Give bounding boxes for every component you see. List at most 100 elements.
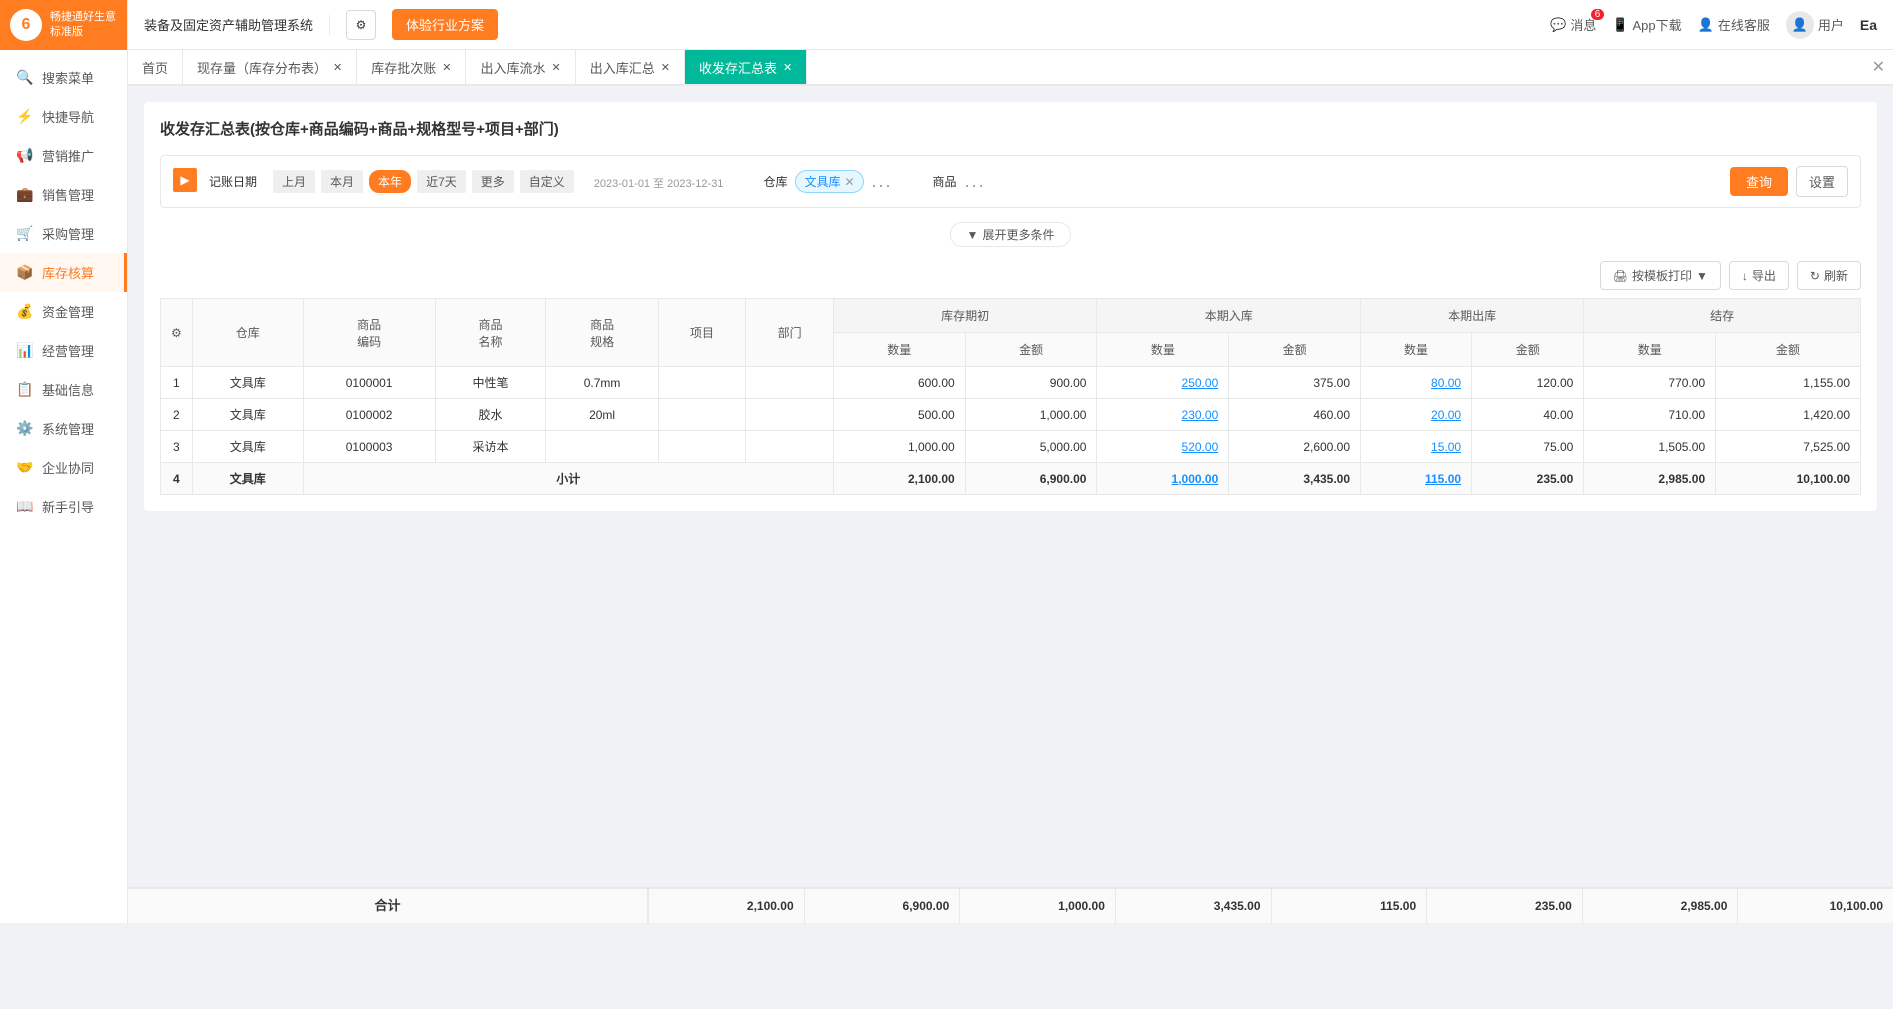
- date-btn-more[interactable]: 更多: [472, 170, 514, 193]
- topbar-right: 💬 消息 6 📱 App下载 👤 在线客服 👤 用户 Ea: [1550, 11, 1877, 39]
- row-in-qty[interactable]: 520.00: [1097, 431, 1229, 463]
- goods-more[interactable]: ...: [965, 171, 986, 192]
- tab-close-icon[interactable]: ✕: [442, 61, 451, 74]
- out-qty-link[interactable]: 20.00: [1431, 408, 1461, 422]
- row-open-amt: 1,000.00: [965, 399, 1097, 431]
- date-btn-7days[interactable]: 近7天: [417, 170, 466, 193]
- date-btn-last-month[interactable]: 上月: [273, 170, 315, 193]
- warehouse-tag-close[interactable]: ✕: [844, 175, 854, 189]
- sidebar-item-enterprise[interactable]: 🤝 企业协同: [0, 448, 127, 487]
- opening-amt-header: 金额: [965, 333, 1097, 367]
- row-out-amt: 40.00: [1472, 399, 1584, 431]
- close-page-icon[interactable]: ✕: [1872, 57, 1885, 77]
- row-in-amt: 375.00: [1229, 367, 1361, 399]
- row-code: 0100002: [303, 399, 435, 431]
- out-qty-link[interactable]: 80.00: [1431, 376, 1461, 390]
- sidebar-item-marketing[interactable]: 📢 营销推广: [0, 136, 127, 175]
- row-no: 2: [161, 399, 193, 431]
- table-row: 2 文具库 0100002 胶水 20ml 500.00 1,000.00 23…: [161, 399, 1861, 431]
- refresh-button[interactable]: ↻ 刷新: [1797, 261, 1861, 290]
- sidebar-item-search[interactable]: 🔍 搜索菜单: [0, 58, 127, 97]
- filter-content: 记账日期 上月 本月 本年 近7天 更多 自定义 2023-01-01 至 20…: [209, 166, 1848, 197]
- sidebar-item-system[interactable]: ⚙️ 系统管理: [0, 409, 127, 448]
- goods-filter: 商品 ...: [933, 171, 986, 192]
- online-service-button[interactable]: 👤 在线客服: [1698, 15, 1770, 34]
- purchase-icon: 🛒: [16, 225, 34, 242]
- subtotal-in-qty-link[interactable]: 1,000.00: [1172, 472, 1219, 486]
- table-settings-icon[interactable]: ⚙: [161, 299, 193, 367]
- tab-flow[interactable]: 出入库流水 ✕: [466, 50, 575, 85]
- warehouse-more[interactable]: ...: [872, 171, 893, 192]
- row-bal-qty: 1,505.00: [1584, 431, 1716, 463]
- row-open-qty: 500.00: [833, 399, 965, 431]
- col-warehouse-header: 仓库: [192, 299, 303, 367]
- main-content: 收发存汇总表(按仓库+商品编码+商品+规格型号+项目+部门) ▶ 记账日期 上月…: [128, 86, 1893, 923]
- total-open-qty: 2,100.00: [648, 888, 804, 924]
- tab-home[interactable]: 首页: [128, 50, 183, 85]
- sidebar-item-finance[interactable]: 💰 资金管理: [0, 292, 127, 331]
- filter-row-1: 记账日期 上月 本月 本年 近7天 更多 自定义 2023-01-01 至 20…: [209, 166, 1848, 197]
- sidebar-item-operations[interactable]: 📊 经营管理: [0, 331, 127, 370]
- query-button[interactable]: 查询: [1730, 167, 1788, 196]
- sidebar-item-purchase[interactable]: 🛒 采购管理: [0, 214, 127, 253]
- message-button[interactable]: 💬 消息 6: [1550, 15, 1596, 34]
- tab-batch[interactable]: 库存批次账 ✕: [357, 50, 466, 85]
- ea-text: Ea: [1860, 17, 1877, 33]
- guide-icon: 📖: [16, 498, 34, 515]
- export-button[interactable]: ↓ 导出: [1729, 261, 1789, 290]
- sidebar-item-quicknav[interactable]: ⚡ 快捷导航: [0, 97, 127, 136]
- expand-label: 展开更多条件: [982, 226, 1054, 243]
- date-btn-this-year[interactable]: 本年: [369, 170, 411, 193]
- topbar: 装备及固定资产辅助管理系统 ⚙ 体验行业方案 💬 消息 6 📱 App下载 👤 …: [128, 0, 1893, 50]
- subtotal-out-qty[interactable]: 115.00: [1361, 463, 1472, 495]
- tab-close-icon[interactable]: ✕: [661, 61, 670, 74]
- sidebar-item-label: 营销推广: [42, 146, 94, 165]
- row-in-qty[interactable]: 250.00: [1097, 367, 1229, 399]
- tab-stock-summary[interactable]: 收发存汇总表 ✕: [685, 50, 807, 85]
- subtotal-in-amt: 3,435.00: [1229, 463, 1361, 495]
- enterprise-icon: 🤝: [16, 459, 34, 476]
- expand-conditions-button[interactable]: ▼ 展开更多条件: [950, 222, 1072, 247]
- settings-button[interactable]: ⚙: [346, 10, 376, 40]
- in-qty-link[interactable]: 230.00: [1182, 408, 1219, 422]
- setting-button[interactable]: 设置: [1796, 166, 1848, 197]
- out-qty-link[interactable]: 15.00: [1431, 440, 1461, 454]
- tab-summary[interactable]: 出入库汇总 ✕: [576, 50, 685, 85]
- tab-close-icon[interactable]: ✕: [552, 61, 561, 74]
- row-out-qty[interactable]: 80.00: [1361, 367, 1472, 399]
- in-qty-link[interactable]: 250.00: [1182, 376, 1219, 390]
- tab-label: 现存量（库存分布表）: [197, 58, 327, 77]
- row-in-qty[interactable]: 230.00: [1097, 399, 1229, 431]
- tab-inventory-dist[interactable]: 现存量（库存分布表） ✕: [183, 50, 357, 85]
- subtotal-in-qty[interactable]: 1,000.00: [1097, 463, 1229, 495]
- trial-button[interactable]: 体验行业方案: [392, 9, 498, 40]
- tab-close-icon[interactable]: ✕: [783, 61, 792, 74]
- sidebar-item-guide[interactable]: 📖 新手引导: [0, 487, 127, 526]
- row-name: 胶水: [435, 399, 546, 431]
- app-download-button[interactable]: 📱 App下载: [1612, 15, 1681, 34]
- row-dept: [746, 431, 834, 463]
- sidebar-item-inventory[interactable]: 📦 库存核算: [0, 253, 127, 292]
- col-opening-header: 库存期初: [833, 299, 1097, 333]
- row-out-qty[interactable]: 20.00: [1361, 399, 1472, 431]
- in-qty-link[interactable]: 520.00: [1182, 440, 1219, 454]
- row-out-qty[interactable]: 15.00: [1361, 431, 1472, 463]
- topbar-left: 装备及固定资产辅助管理系统 ⚙ 体验行业方案: [144, 9, 498, 40]
- subtotal-out-qty-link[interactable]: 115.00: [1425, 472, 1461, 486]
- print-button[interactable]: 🖨 按模板打印 ▼: [1600, 261, 1721, 290]
- date-label: 记账日期: [209, 173, 257, 190]
- sidebar-item-sales[interactable]: 💼 销售管理: [0, 175, 127, 214]
- sidebar-item-basic-info[interactable]: 📋 基础信息: [0, 370, 127, 409]
- app-download-label: App下载: [1633, 15, 1682, 34]
- filter-toggle-button[interactable]: ▶: [173, 168, 197, 192]
- message-icon: 💬: [1550, 17, 1566, 33]
- tab-close-page[interactable]: ✕: [1872, 57, 1893, 77]
- date-btn-custom[interactable]: 自定义: [520, 170, 574, 193]
- page-card: 收发存汇总表(按仓库+商品编码+商品+规格型号+项目+部门) ▶ 记账日期 上月…: [144, 102, 1877, 511]
- date-btn-this-month[interactable]: 本月: [321, 170, 363, 193]
- col-spec-header: 商品规格: [546, 299, 658, 367]
- row-dept: [746, 399, 834, 431]
- tab-close-icon[interactable]: ✕: [333, 61, 342, 74]
- opening-qty-header: 数量: [833, 333, 965, 367]
- user-button[interactable]: 👤 用户: [1786, 11, 1844, 39]
